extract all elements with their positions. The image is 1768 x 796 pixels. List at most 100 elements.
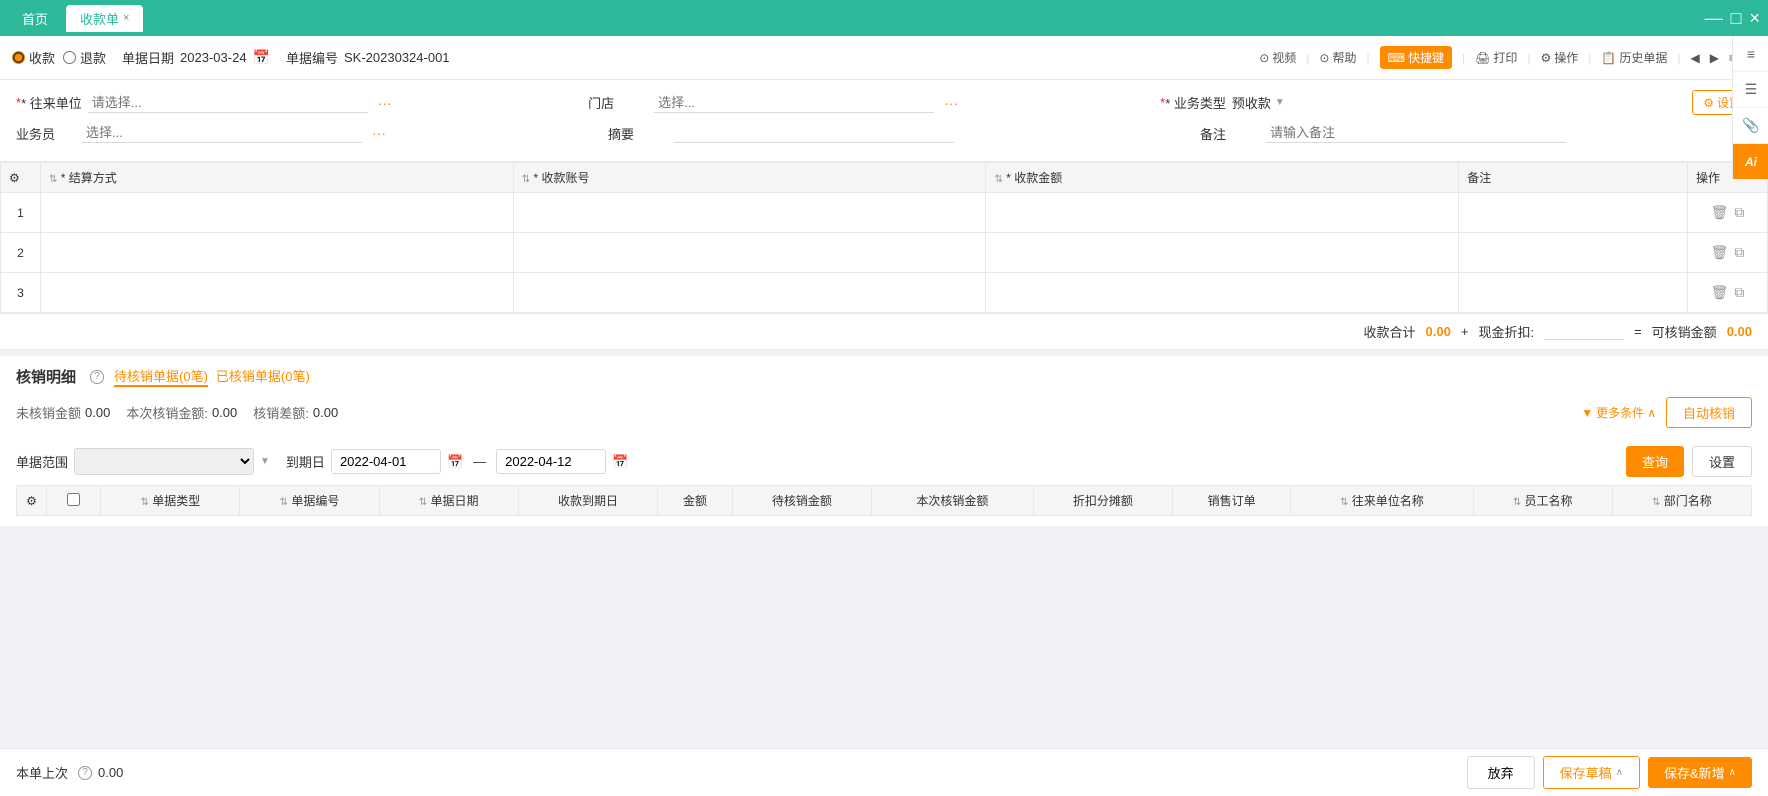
select-all-checkbox[interactable] — [67, 493, 80, 506]
more-filter-btn[interactable]: ▼ 更多条件 ∧ — [1581, 404, 1656, 421]
store-input[interactable] — [654, 93, 934, 113]
discard-btn[interactable]: 放弃 — [1467, 756, 1535, 789]
voucher-range-field: 单据范围 ▼ — [16, 448, 270, 475]
nav-next-icon[interactable]: ▶ — [1710, 51, 1719, 65]
sidebar-list-icon[interactable]: ☰ — [1733, 72, 1768, 108]
amount-3[interactable] — [986, 273, 1459, 313]
table-settings-icon: ⚙ — [9, 171, 20, 185]
tab-receipt[interactable]: 收款单 × — [66, 5, 143, 32]
radio-refund[interactable]: 退款 — [63, 48, 106, 67]
checkbox-header[interactable]: ⚙ — [17, 486, 47, 516]
due-date-start[interactable] — [331, 449, 441, 474]
help-btn[interactable]: ⊙ 帮助 — [1319, 49, 1356, 66]
settlement-1[interactable] — [41, 193, 514, 233]
counterpart-more-btn[interactable]: ··· — [374, 95, 396, 111]
shortcut-btn[interactable]: ⌨ 快捷键 — [1380, 46, 1452, 69]
voucher-range-select[interactable] — [74, 448, 254, 475]
sort-icon: ⇅ — [1340, 497, 1348, 508]
bottom-settings-btn[interactable]: 设置 — [1692, 446, 1752, 477]
auto-verify-btn[interactable]: 自动核销 — [1666, 397, 1752, 428]
filter-icon: ▼ — [1581, 406, 1593, 420]
close-icon[interactable]: × — [1749, 8, 1760, 29]
calendar-start-icon[interactable]: 📅 — [447, 454, 463, 470]
chevron-down-icon: ▼ — [1275, 97, 1285, 108]
delete-icon-3[interactable]: 🗑 — [1711, 284, 1729, 301]
operation-icon: ⚙ — [1540, 51, 1551, 65]
remark-2[interactable] — [1459, 233, 1688, 273]
summary-input[interactable] — [674, 123, 954, 143]
sidebar-attach-icon[interactable]: 📎 — [1733, 108, 1768, 144]
account-3[interactable] — [513, 273, 986, 313]
tab-done[interactable]: 已核销单据(0笔) — [216, 366, 310, 387]
row-num-3: 3 — [1, 273, 41, 313]
number-value: SK-20230324-001 — [344, 50, 450, 65]
query-btn[interactable]: 查询 — [1626, 446, 1684, 477]
due-date-field: 到期日 📅 — 📅 — [286, 449, 628, 474]
operation-btn[interactable]: ⚙ 操作 — [1540, 49, 1578, 66]
salesperson-more-btn[interactable]: ··· — [368, 125, 390, 141]
salesperson-input[interactable] — [82, 123, 362, 143]
business-type-label: * 业务类型 — [1165, 93, 1226, 112]
print-btn[interactable]: 🖨 打印 — [1475, 49, 1517, 66]
discount-input[interactable] — [1544, 324, 1624, 340]
remark-input[interactable] — [1266, 123, 1566, 143]
number-field: 单据编号 SK-20230324-001 — [286, 48, 450, 67]
footer-right: 放弃 保存草稿 ∧ 保存&新增 ∧ — [1467, 756, 1752, 789]
total-value: 0.00 — [1426, 324, 1451, 339]
counterpart-input[interactable] — [88, 93, 368, 113]
radio-receipt[interactable]: 收款 — [12, 48, 55, 67]
amount-1[interactable] — [986, 193, 1459, 233]
copy-icon-3[interactable]: ⧉ — [1734, 284, 1744, 301]
sidebar-table-icon[interactable]: ≡ — [1733, 36, 1768, 72]
equals-sign: = — [1634, 324, 1642, 339]
nav-prev-icon[interactable]: ◀ — [1690, 51, 1699, 65]
bottom-settings-icon[interactable]: ⚙ — [26, 494, 37, 508]
prev-value: 0.00 — [98, 765, 123, 780]
form-row-2: 业务员 ··· 摘要 备注 — [16, 123, 1752, 143]
minimize-icon[interactable]: — — [1705, 8, 1723, 29]
amount-2[interactable] — [986, 233, 1459, 273]
date-label: 单据日期 — [122, 48, 174, 67]
copy-icon-2[interactable]: ⧉ — [1734, 244, 1744, 261]
unclaimed-stat: 未核销金额 0.00 — [16, 403, 110, 422]
delete-icon-2[interactable]: 🗑 — [1711, 244, 1729, 261]
video-btn[interactable]: ⊙ 视频 — [1259, 49, 1296, 66]
remark-1[interactable] — [1459, 193, 1688, 233]
account-2[interactable] — [513, 233, 986, 273]
save-draft-btn[interactable]: 保存草稿 ∧ — [1543, 756, 1640, 789]
col-this-amount-header: 本次核销金额 — [872, 486, 1033, 516]
store-more-btn[interactable]: ··· — [940, 95, 962, 111]
form-row-1: * * 往来单位 ··· 门店 ··· * * 业务类型 预收款 ▼ ⚙ 设置 — [16, 90, 1752, 115]
account-1[interactable] — [513, 193, 986, 233]
calendar-icon[interactable]: 📅 — [253, 49, 270, 66]
tab-close-icon[interactable]: × — [123, 12, 129, 24]
col-counterpart-header: ⇅ 往来单位名称 — [1291, 486, 1474, 516]
row-num-2: 2 — [1, 233, 41, 273]
info-icon[interactable]: ? — [90, 370, 104, 384]
tab-bar-right: — □ × — [1705, 8, 1760, 29]
copy-icon-1[interactable]: ⧉ — [1734, 204, 1744, 221]
tab-home[interactable]: 首页 — [8, 5, 62, 32]
sidebar-ai-icon[interactable]: Ai — [1733, 144, 1768, 180]
tab-pending[interactable]: 待核销单据(0笔) — [114, 366, 208, 387]
counterpart-label: * 往来单位 — [21, 93, 82, 112]
history-btn[interactable]: 📋 历史单据 — [1601, 49, 1667, 66]
remark-3[interactable] — [1459, 273, 1688, 313]
maximize-icon[interactable]: □ — [1731, 8, 1742, 29]
col-amount-header: ⇅ * 收款金额 — [986, 163, 1459, 193]
sort-icon: ⇅ — [994, 174, 1002, 185]
business-type-dropdown[interactable]: 预收款 ▼ — [1232, 93, 1285, 112]
info-icon-footer[interactable]: ? — [78, 766, 92, 780]
table-settings-header[interactable]: ⚙ — [1, 163, 41, 193]
col-checkbox-header[interactable] — [47, 486, 101, 516]
calendar-end-icon[interactable]: 📅 — [612, 454, 628, 470]
settlement-3[interactable] — [41, 273, 514, 313]
delete-icon-1[interactable]: 🗑 — [1711, 204, 1729, 221]
summary-label: 摘要 — [608, 124, 668, 143]
due-date-end[interactable] — [496, 449, 606, 474]
settlement-2[interactable] — [41, 233, 514, 273]
salesperson-label: 业务员 — [16, 124, 76, 143]
footer: 本单上次 ? 0.00 放弃 保存草稿 ∧ 保存&新增 ∧ — [0, 748, 1768, 796]
chevron-up-icon: ∧ — [1616, 767, 1623, 778]
save-new-btn[interactable]: 保存&新增 ∧ — [1648, 757, 1752, 788]
